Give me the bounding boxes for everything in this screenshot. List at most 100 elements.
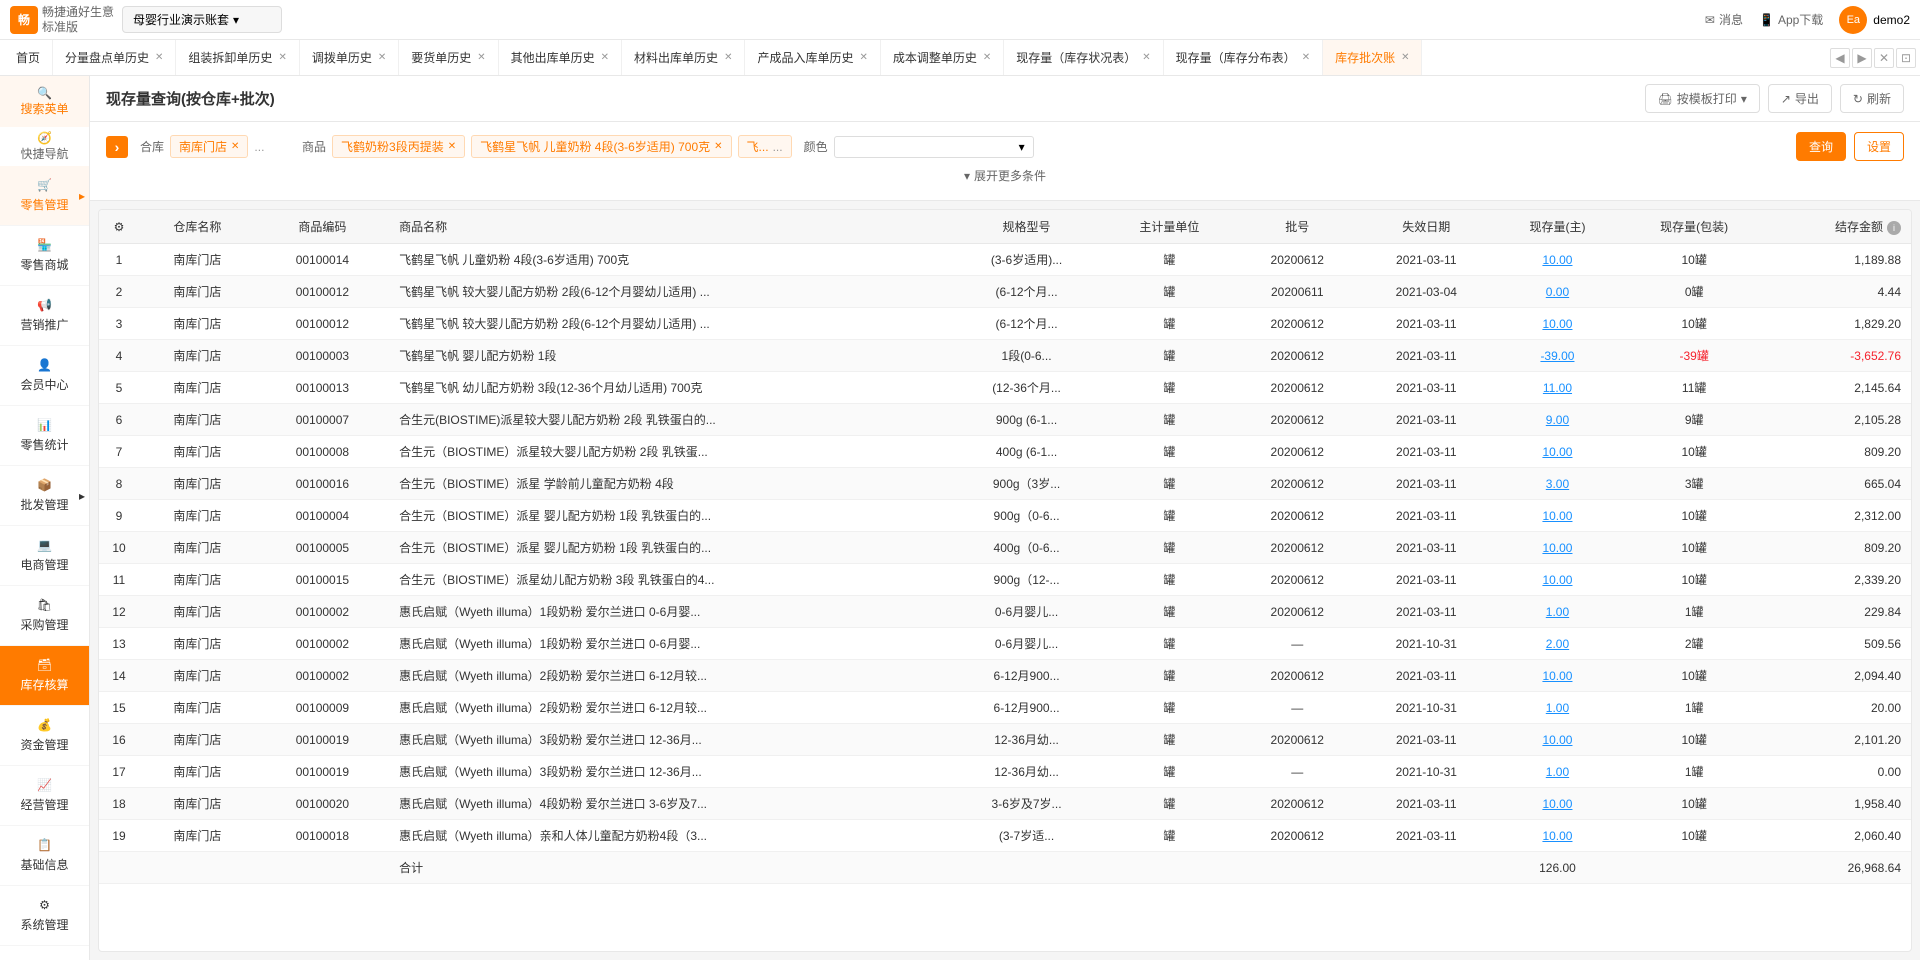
sidebar-item-enterprise[interactable]: 🤝 企业协同 xyxy=(0,946,89,960)
cell-qty-pkg: 1罐 xyxy=(1621,692,1768,724)
export-button[interactable]: ↗ 导出 xyxy=(1768,84,1832,113)
account-selector[interactable]: 母婴行业演示账套 ▾ xyxy=(122,6,282,33)
qty-main-link[interactable]: 1.00 xyxy=(1546,605,1569,619)
close-icon[interactable]: ✕ xyxy=(378,52,386,63)
tab-disassemble-history[interactable]: 组装拆卸单历史 ✕ xyxy=(176,40,299,76)
cell-unit: 罐 xyxy=(1103,276,1236,308)
tab-cost-adjust-history[interactable]: 成本调整单历史 ✕ xyxy=(881,40,1004,76)
settings-button[interactable]: 设置 xyxy=(1854,132,1904,161)
cell-index: 3 xyxy=(99,308,139,340)
sidebar-item-retail-stats[interactable]: 📊 零售统计 xyxy=(0,406,89,466)
tab-material-out-history[interactable]: 材料出库单历史 ✕ xyxy=(622,40,745,76)
sidebar-item-ecommerce[interactable]: 💻 电商管理 xyxy=(0,526,89,586)
cell-code: 00100009 xyxy=(256,692,389,724)
cell-index: 15 xyxy=(99,692,139,724)
qty-main-link[interactable]: 1.00 xyxy=(1546,701,1569,715)
expand-filter-button[interactable]: › xyxy=(106,136,128,158)
sidebar-item-inventory[interactable]: 🗃 库存核算 xyxy=(0,646,89,706)
message-button[interactable]: ✉ 消息 xyxy=(1705,11,1743,28)
remove-product-tag-2-button[interactable]: ✕ xyxy=(714,141,722,152)
qty-main-link[interactable]: 0.00 xyxy=(1546,285,1569,299)
remove-warehouse-tag-button[interactable]: ✕ xyxy=(231,141,239,152)
qty-main-link[interactable]: -39.00 xyxy=(1540,349,1574,363)
tab-other-out-history[interactable]: 其他出库单历史 ✕ xyxy=(499,40,622,76)
qty-main-link[interactable]: 10.00 xyxy=(1542,829,1572,843)
tab-inventory-dist[interactable]: 现存量（库存分布表） ✕ xyxy=(1164,40,1323,76)
remove-product-tag-1-button[interactable]: ✕ xyxy=(448,141,456,152)
qty-main-link[interactable]: 1.00 xyxy=(1546,765,1569,779)
qty-main-link[interactable]: 10.00 xyxy=(1542,797,1572,811)
tab-pick-history[interactable]: 调拨单历史 ✕ xyxy=(300,40,399,76)
total-balance: 26,968.64 xyxy=(1768,852,1911,884)
sidebar-item-system[interactable]: ⚙ 系统管理 xyxy=(0,886,89,946)
prev-tab-button[interactable]: ◀ xyxy=(1830,48,1850,68)
table-body: 1 南库门店 00100014 飞鹤星飞帆 儿童奶粉 4段(3-6岁适用) 70… xyxy=(99,244,1911,884)
qty-main-link[interactable]: 9.00 xyxy=(1546,413,1569,427)
cell-name: 合生元（BIOSTIME）派星 学龄前儿童配方奶粉 4段 xyxy=(389,468,950,500)
cell-balance: 20.00 xyxy=(1768,692,1911,724)
sidebar-item-marketing[interactable]: 📢 营销推广 xyxy=(0,286,89,346)
close-icon[interactable]: ✕ xyxy=(1401,52,1409,63)
tab-product-in-history[interactable]: 产成品入库单历史 ✕ xyxy=(745,40,880,76)
tab-home[interactable]: 首页 xyxy=(4,40,53,76)
sidebar-item-wholesale[interactable]: 📦 批发管理 ▸ xyxy=(0,466,89,526)
cell-warehouse: 南库门店 xyxy=(139,436,256,468)
qty-main-link[interactable]: 3.00 xyxy=(1546,477,1569,491)
more-warehouse-btn[interactable]: ... xyxy=(254,140,264,154)
sidebar-item-operations[interactable]: 📈 经营管理 xyxy=(0,766,89,826)
tab-inventory-status[interactable]: 现存量（库存状况表） ✕ xyxy=(1004,40,1163,76)
refresh-button[interactable]: ↻ 刷新 xyxy=(1840,84,1904,113)
table-header-row: ⚙ 仓库名称 商品编码 商品名称 规格型号 主计量单位 批号 失效日期 现存量(… xyxy=(99,210,1911,244)
qty-main-link[interactable]: 10.00 xyxy=(1542,445,1572,459)
close-tab-button[interactable]: ✕ xyxy=(1874,48,1894,68)
close-icon[interactable]: ✕ xyxy=(859,52,867,63)
close-icon[interactable]: ✕ xyxy=(601,52,609,63)
sidebar-item-basics[interactable]: 📋 基础信息 xyxy=(0,826,89,886)
sidebar-item-retail[interactable]: 🛒 零售管理 ▸ xyxy=(0,166,89,226)
close-icon[interactable]: ✕ xyxy=(155,52,163,63)
sidebar-item-finance[interactable]: 💰 资金管理 xyxy=(0,706,89,766)
close-icon[interactable]: ✕ xyxy=(983,52,991,63)
tab-requisition-history[interactable]: 要货单历史 ✕ xyxy=(399,40,498,76)
close-icon[interactable]: ✕ xyxy=(1302,52,1310,63)
expand-more-button[interactable]: ▾ 展开更多条件 xyxy=(106,161,1904,190)
qty-main-link[interactable]: 10.00 xyxy=(1542,509,1572,523)
sidebar-item-purchase[interactable]: 🛍 采购管理 xyxy=(0,586,89,646)
cell-spec: 12-36月幼... xyxy=(950,756,1102,788)
qty-main-link[interactable]: 10.00 xyxy=(1542,733,1572,747)
qty-main-link[interactable]: 10.00 xyxy=(1542,573,1572,587)
tab-split-stock-history[interactable]: 分量盘点单历史 ✕ xyxy=(53,40,176,76)
tab-batch-voucher[interactable]: 库存批次账 ✕ xyxy=(1323,40,1422,76)
next-tab-button[interactable]: ▶ xyxy=(1852,48,1872,68)
sidebar-item-member[interactable]: 👤 会员中心 xyxy=(0,346,89,406)
cell-unit: 罐 xyxy=(1103,532,1236,564)
close-icon[interactable]: ✕ xyxy=(1142,52,1150,63)
more-product-btn[interactable]: ... xyxy=(773,140,783,154)
user-area[interactable]: Ea demo2 xyxy=(1839,6,1910,34)
qty-main-link[interactable]: 11.00 xyxy=(1543,381,1572,395)
search-button[interactable]: 查询 xyxy=(1796,132,1846,161)
cell-index: 19 xyxy=(99,820,139,852)
sidebar-item-retail-shop[interactable]: 🏪 零售商城 xyxy=(0,226,89,286)
qty-main-link[interactable]: 10.00 xyxy=(1542,253,1572,267)
qty-main-link[interactable]: 2.00 xyxy=(1546,637,1569,651)
info-icon[interactable]: i xyxy=(1887,221,1901,235)
sidebar-quick-nav[interactable]: 🧭 快捷导航 xyxy=(0,127,89,166)
sidebar-search[interactable]: 🔍 搜索英单 xyxy=(0,76,89,127)
print-button[interactable]: 🖨 按模板打印 ▾ xyxy=(1645,84,1760,113)
close-icon[interactable]: ✕ xyxy=(724,52,732,63)
qty-main-link[interactable]: 10.00 xyxy=(1542,317,1572,331)
close-icon[interactable]: ✕ xyxy=(278,52,286,63)
color-input[interactable]: ▾ xyxy=(834,136,1034,158)
cell-balance: 809.20 xyxy=(1768,532,1911,564)
cell-code: 00100014 xyxy=(256,244,389,276)
total-label: 合计 xyxy=(389,852,950,884)
close-icon[interactable]: ✕ xyxy=(477,52,485,63)
cell-balance: 2,339.20 xyxy=(1768,564,1911,596)
member-icon: 👤 xyxy=(37,358,52,372)
qty-main-link[interactable]: 10.00 xyxy=(1542,669,1572,683)
warehouse-label: 合库 xyxy=(140,138,164,155)
app-download-button[interactable]: 📱 App下载 xyxy=(1759,11,1823,28)
qty-main-link[interactable]: 10.00 xyxy=(1542,541,1572,555)
fullscreen-button[interactable]: ⊡ xyxy=(1896,48,1916,68)
